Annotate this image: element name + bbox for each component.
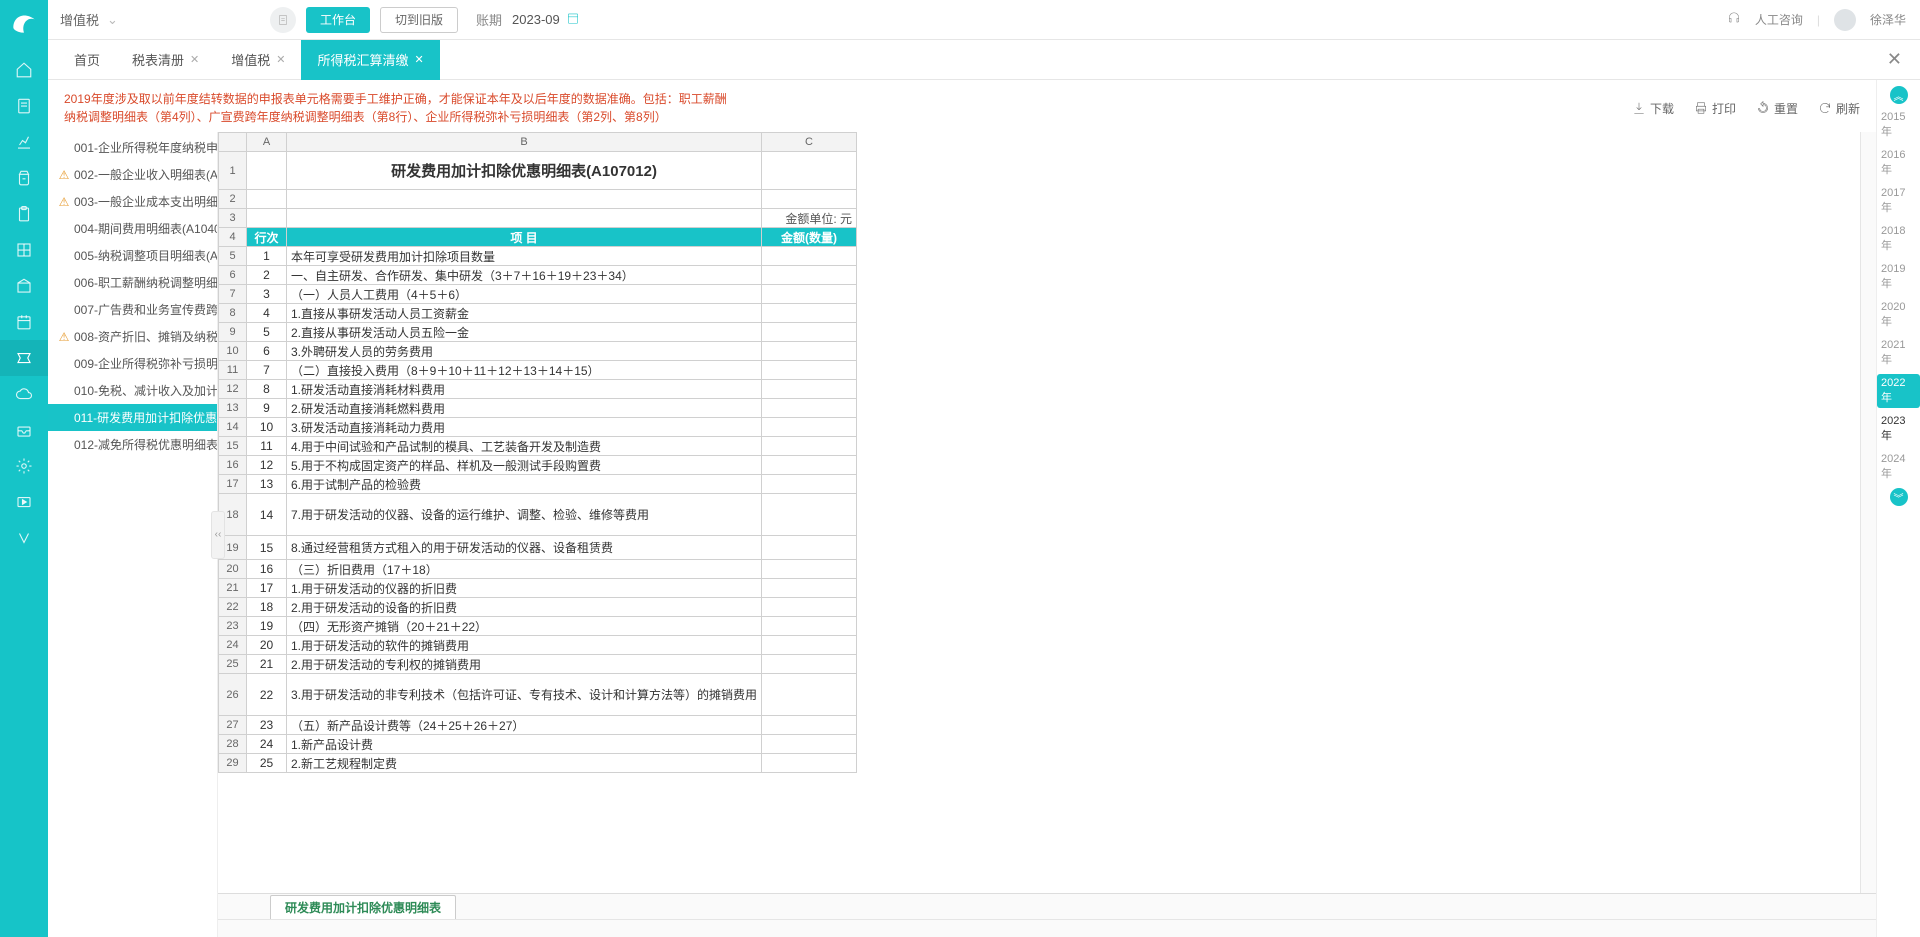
- close-page-button[interactable]: ✕: [1879, 45, 1910, 74]
- warning-text: 2019年度涉及取以前年度结转数据的申报表单元格需要手工维护正确，才能保证本年及…: [64, 90, 734, 126]
- doc-icon-button[interactable]: [270, 7, 296, 33]
- nav-building-icon[interactable]: [0, 268, 48, 304]
- vertical-scrollbar-gutter[interactable]: [1860, 132, 1876, 893]
- form-list-item[interactable]: 006-职工薪酬纳税调整明细…: [48, 269, 217, 296]
- year-option[interactable]: 2023年: [1877, 412, 1920, 446]
- horizontal-scrollbar[interactable]: [218, 919, 1876, 937]
- tax-type-label: 增值税: [60, 10, 99, 29]
- nav-grid-icon[interactable]: [0, 232, 48, 268]
- year-rail: ︽ 2015年 2016年 2017年 2018年 2019年 2020年 2021年 202…: [1876, 80, 1920, 937]
- nav-calendar-icon[interactable]: [0, 304, 48, 340]
- reset-button[interactable]: 重置: [1756, 90, 1798, 126]
- form-list-item[interactable]: 005-纳税调整项目明细表(A1…: [48, 242, 217, 269]
- tab-close-icon[interactable]: ✕: [190, 53, 199, 66]
- nav-home-icon[interactable]: [0, 52, 48, 88]
- form-list-item[interactable]: 009-企业所得税弥补亏损明…: [48, 350, 217, 377]
- nav-cloud-icon[interactable]: [0, 376, 48, 412]
- page-tabs: 首页税表清册✕增值税✕所得税汇算清缴✕✕: [48, 40, 1920, 80]
- year-option[interactable]: 2018年: [1877, 222, 1920, 256]
- form-list-item[interactable]: ⚠003-一般企业成本支出明细…: [48, 188, 217, 215]
- nav-v-icon[interactable]: [0, 520, 48, 556]
- form-list-item[interactable]: ⚠008-资产折旧、摊销及纳税…: [48, 323, 217, 350]
- form-list-item[interactable]: 001-企业所得税年度纳税申…: [48, 134, 217, 161]
- print-button[interactable]: 打印: [1694, 90, 1736, 126]
- page-tab[interactable]: 首页: [58, 40, 116, 80]
- sheet-tab-bar: 研发费用加计扣除优惠明细表: [218, 893, 1876, 919]
- switch-old-button[interactable]: 切到旧版: [380, 7, 458, 33]
- nav-inbox-icon[interactable]: [0, 412, 48, 448]
- spreadsheet-grid[interactable]: ABC1研发费用加计扣除优惠明细表(A107012)23金额单位: 元4行次项 …: [218, 132, 1876, 893]
- nav-doc-icon[interactable]: [0, 88, 48, 124]
- warning-icon: ⚠: [58, 331, 70, 343]
- top-bar: 增值税 ⌄ 工作台 切到旧版 账期 2023-09 人工咨询 | 徐泽华: [48, 0, 1920, 40]
- left-nav-rail: [0, 0, 48, 937]
- refresh-button[interactable]: 刷新: [1818, 90, 1860, 126]
- period-label: 账期: [476, 10, 502, 29]
- page-tab[interactable]: 税表清册✕: [116, 40, 215, 80]
- year-option[interactable]: 2017年: [1877, 184, 1920, 218]
- year-down-button[interactable]: ︾: [1890, 488, 1908, 506]
- nav-money-icon[interactable]: [0, 160, 48, 196]
- year-option[interactable]: 2016年: [1877, 146, 1920, 180]
- headset-icon: [1727, 11, 1741, 28]
- year-option[interactable]: 2024年: [1877, 450, 1920, 484]
- calendar-icon[interactable]: [566, 11, 580, 28]
- period-value[interactable]: 2023-09: [512, 12, 560, 27]
- content-area: 2019年度涉及取以前年度结转数据的申报表单元格需要手工维护正确，才能保证本年及…: [48, 80, 1920, 937]
- collapse-sidebar-handle[interactable]: ‹‹: [211, 511, 225, 559]
- warning-icon: ⚠: [58, 169, 70, 181]
- chevron-down-icon: ⌄: [107, 12, 118, 28]
- year-option[interactable]: 2022年: [1877, 374, 1920, 408]
- form-list-item[interactable]: 011-研发费用加计扣除优惠…: [48, 404, 217, 431]
- warning-icon: ⚠: [58, 196, 70, 208]
- nav-settings-icon[interactable]: [0, 448, 48, 484]
- form-list-item[interactable]: 007-广告费和业务宣传费跨…: [48, 296, 217, 323]
- sheet-tab[interactable]: 研发费用加计扣除优惠明细表: [270, 895, 456, 919]
- page-tab[interactable]: 所得税汇算清缴✕: [301, 40, 439, 80]
- form-list-item[interactable]: 012-减免所得税优惠明细表(…: [48, 431, 217, 458]
- toolbar-actions: 下载 打印 重置 刷新: [1632, 90, 1860, 126]
- nav-tax-icon[interactable]: [0, 340, 48, 376]
- nav-clipboard-icon[interactable]: [0, 196, 48, 232]
- form-list-item[interactable]: 004-期间费用明细表(A1040…: [48, 215, 217, 242]
- nav-video-icon[interactable]: [0, 484, 48, 520]
- year-option[interactable]: 2019年: [1877, 260, 1920, 294]
- form-list: 001-企业所得税年度纳税申…⚠002-一般企业收入明细表(A…⚠003-一般企…: [48, 132, 218, 937]
- year-up-button[interactable]: ︽: [1890, 86, 1908, 104]
- consult-link[interactable]: 人工咨询: [1755, 11, 1803, 28]
- workbench-button[interactable]: 工作台: [306, 7, 370, 33]
- tax-type-selector[interactable]: 增值税 ⌄: [60, 10, 260, 29]
- tab-close-icon[interactable]: ✕: [276, 53, 285, 66]
- year-option[interactable]: 2021年: [1877, 336, 1920, 370]
- app-logo: [8, 6, 40, 38]
- avatar[interactable]: [1834, 9, 1856, 31]
- nav-chart-icon[interactable]: [0, 124, 48, 160]
- page-tab[interactable]: 增值税✕: [215, 40, 301, 80]
- year-option[interactable]: 2015年: [1877, 108, 1920, 142]
- form-list-item[interactable]: 010-免税、减计收入及加计…: [48, 377, 217, 404]
- year-option[interactable]: 2020年: [1877, 298, 1920, 332]
- download-button[interactable]: 下载: [1632, 90, 1674, 126]
- user-name[interactable]: 徐泽华: [1870, 11, 1906, 28]
- tab-close-icon[interactable]: ✕: [415, 53, 424, 66]
- separator: |: [1817, 13, 1820, 27]
- form-list-item[interactable]: ⚠002-一般企业收入明细表(A…: [48, 161, 217, 188]
